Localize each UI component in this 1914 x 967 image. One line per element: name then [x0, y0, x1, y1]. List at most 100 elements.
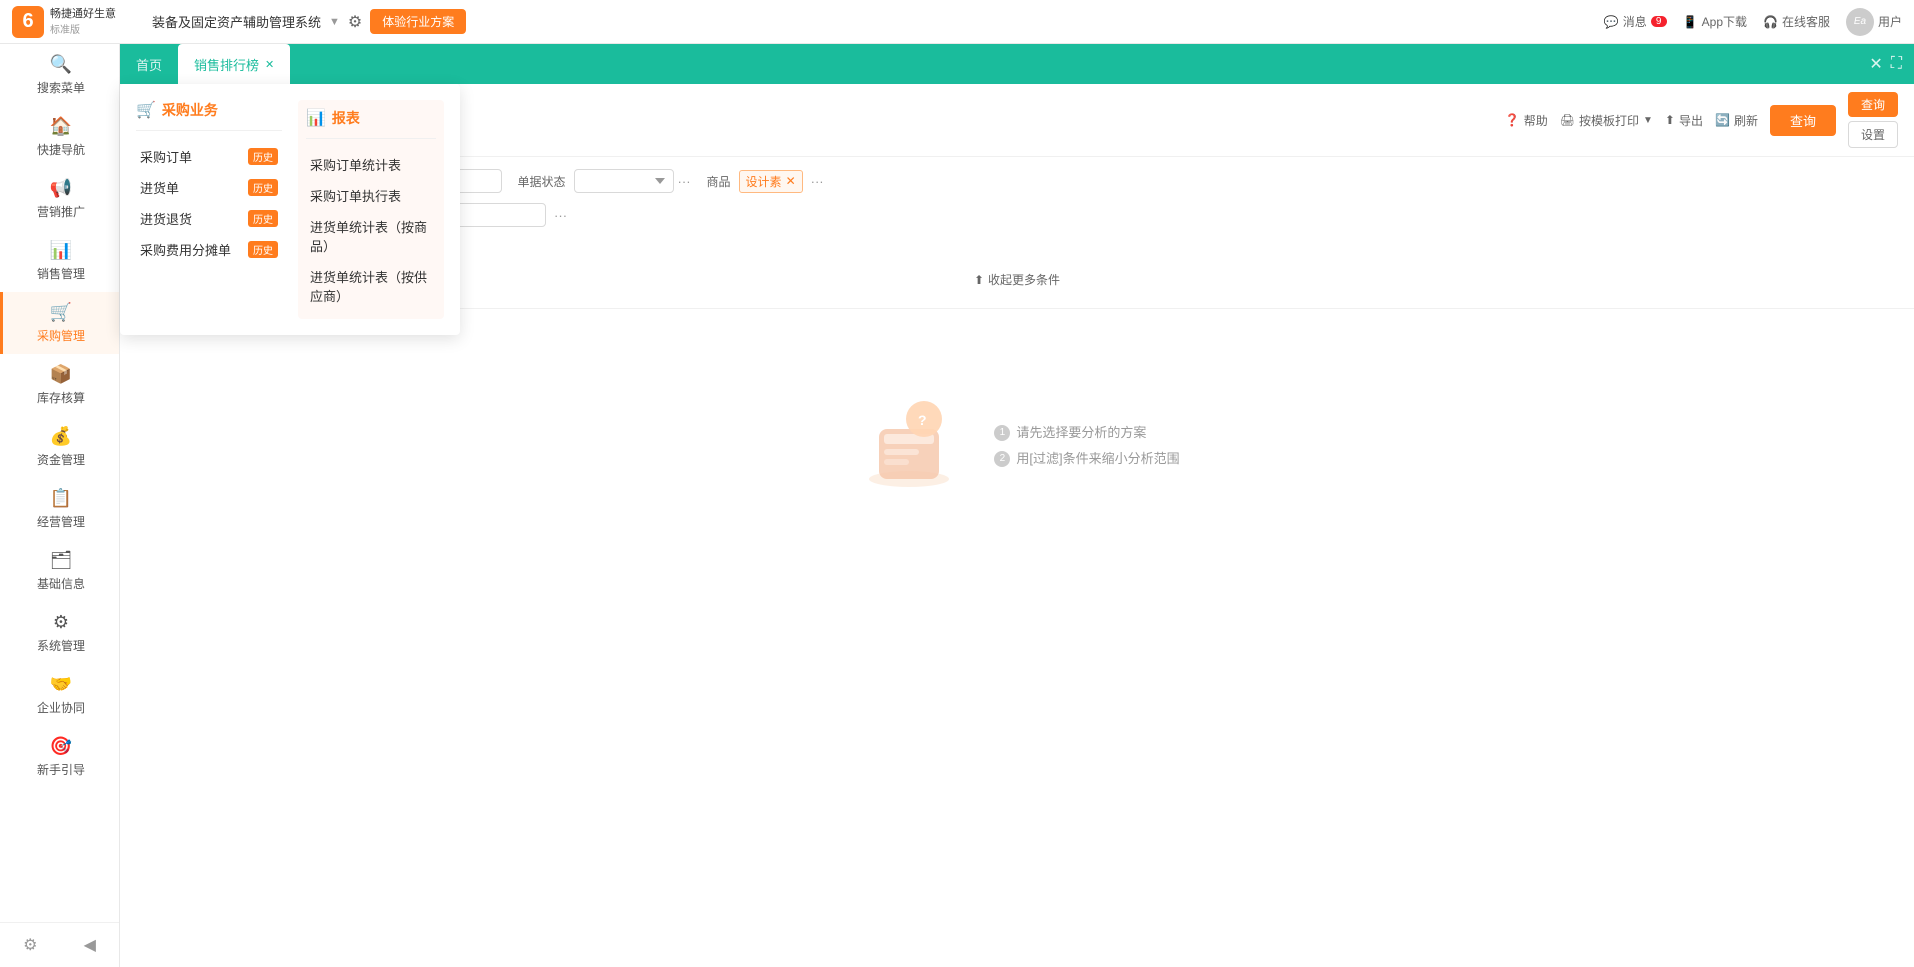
sidebar-item-operation[interactable]: 📋 经营管理	[0, 478, 119, 540]
goods-tag-text: 设计素	[746, 173, 782, 190]
sidebar-item-enterprise[interactable]: 🤝 企业协同	[0, 664, 119, 726]
query-button[interactable]: 查询	[1770, 105, 1836, 136]
status-filter-group: 单据状态 ···	[518, 169, 691, 193]
avatar: Ea	[1846, 8, 1874, 36]
sidebar-item-marketing[interactable]: 📢 营销推广	[0, 168, 119, 230]
goods-tag-close[interactable]: ✕	[786, 174, 796, 188]
gear-icon[interactable]: ⚙	[348, 12, 362, 32]
menu-purchase-expense[interactable]: 采购费用分摊单 历史	[136, 234, 282, 265]
settings-button[interactable]: 设置	[1848, 121, 1898, 148]
tabs-bar: 首页 销售排行榜 ✕ ✕ ⛶	[120, 44, 1914, 84]
empty-hint: 1 请先选择要分析的方案 2 用[过滤]条件来缩小分析范围	[994, 420, 1179, 472]
messages-button[interactable]: 💬 消息 9	[1604, 13, 1667, 30]
menu-purchase-order-stats[interactable]: 采购订单统计表	[306, 149, 436, 180]
print-button[interactable]: 🖨 按模板打印 ▼	[1560, 112, 1653, 129]
sidebar-label-operation: 经营管理	[37, 513, 85, 530]
sidebar-label-purchase: 采购管理	[37, 327, 85, 344]
tab-sales-rank[interactable]: 销售排行榜 ✕	[178, 44, 290, 84]
refresh-button[interactable]: 🔄 刷新	[1715, 112, 1758, 129]
report-col-icon: 📊	[306, 108, 326, 128]
sidebar-item-system[interactable]: ⚙ 系统管理	[0, 602, 119, 664]
purchase-dropdown-menu: 🛒 采购业务 采购订单 历史 进货单 历史 进货退货 历史 采购费用分摊单 历史	[120, 84, 460, 335]
industry-button[interactable]: 体验行业方案	[370, 9, 466, 34]
status-more-icon[interactable]: ···	[678, 174, 691, 189]
tab-close-page-icon[interactable]: ✕	[1869, 54, 1882, 74]
system-dropdown-icon[interactable]: ▼	[329, 16, 340, 28]
tabs-bar-right: ✕ ⛶	[1869, 54, 1914, 74]
sidebar-item-inventory[interactable]: 📦 库存核算	[0, 354, 119, 416]
footer-settings-icon[interactable]: ⚙	[23, 935, 37, 955]
menu-goods-stats-by-product[interactable]: 进货单统计表（按商品）	[306, 211, 436, 261]
goods-filter-group: 商品 设计素 ✕ ···	[707, 170, 824, 193]
sidebar-label-sales: 销售管理	[37, 265, 85, 282]
operation-icon: 📋	[50, 488, 72, 509]
print-dropdown-icon[interactable]: ▼	[1643, 115, 1653, 126]
logo-brand: 畅捷通好生意	[50, 7, 116, 21]
hint-item-1: 1 请先选择要分析的方案	[994, 420, 1179, 446]
hint-num-2: 2	[994, 451, 1010, 467]
sidebar: 🔍 搜索菜单 🏠 快捷导航 📢 营销推广 📊 销售管理 🛒 采购管理 📦 库存核…	[0, 44, 120, 967]
menu-purchase-order-exec[interactable]: 采购订单执行表	[306, 180, 436, 211]
goods-filter-label: 商品	[707, 173, 731, 190]
footer-collapse-icon[interactable]: ◀	[84, 935, 96, 955]
sidebar-item-quick[interactable]: 🏠 快捷导航	[0, 106, 119, 168]
tab-home[interactable]: 首页	[120, 44, 178, 84]
marketing-icon: 📢	[50, 178, 72, 199]
svg-text:?: ?	[918, 412, 927, 428]
goods-receipt-history: 历史	[248, 179, 278, 196]
sidebar-item-sales[interactable]: 📊 销售管理	[0, 230, 119, 292]
purchase-icon: 🛒	[50, 302, 72, 323]
sidebar-label-enterprise: 企业协同	[37, 699, 85, 716]
sidebar-item-finance[interactable]: 💰 资金管理	[0, 416, 119, 478]
finance-icon: 💰	[50, 426, 72, 447]
goods-more-icon[interactable]: ···	[811, 174, 824, 189]
sidebar-footer: ⚙ ◀	[0, 922, 119, 967]
report-items: 采购订单统计表 采购订单执行表 进货单统计表（按商品） 进货单统计表（按供应商）	[306, 149, 436, 311]
tab-fullscreen-icon[interactable]: ⛶	[1891, 55, 1902, 73]
topbar: 6 畅捷通好生意 标准版 装备及固定资产辅助管理系统 ▼ ⚙ 体验行业方案 💬 …	[0, 0, 1914, 44]
salesman-more-icon[interactable]: ···	[554, 208, 567, 223]
purchase-business-title: 🛒 采购业务	[136, 100, 282, 120]
newbie-icon: 🎯	[50, 736, 72, 757]
mobile-icon: 📱	[1683, 15, 1698, 29]
sidebar-item-newbie[interactable]: 🎯 新手引导	[0, 726, 119, 788]
sidebar-label-quick: 快捷导航	[37, 141, 85, 158]
message-badge: 9	[1651, 16, 1667, 27]
collapse-button[interactable]: ⬆ 收起更多条件	[974, 271, 1060, 288]
hint-item-2: 2 用[过滤]条件来缩小分析范围	[994, 446, 1179, 472]
app-download-button[interactable]: 📱 App下载	[1683, 13, 1747, 30]
menu-goods-receipt[interactable]: 进货单 历史	[136, 172, 282, 203]
refresh-icon: 🔄	[1715, 113, 1730, 127]
search-icon: 🔍	[50, 54, 72, 75]
logo-text-area: 畅捷通好生意 标准版	[50, 7, 116, 36]
home-icon: 🏠	[50, 116, 72, 137]
purchase-col-icon: 🛒	[136, 100, 156, 120]
empty-area: ? 1 请先选择要分析的方案 2 用[过滤]条件来缩小分析范围	[120, 309, 1914, 582]
basic-icon: 🗂	[50, 550, 73, 571]
status-filter-label: 单据状态	[518, 173, 566, 190]
system-icon: ⚙	[53, 612, 69, 633]
menu-goods-return[interactable]: 进货退货 历史	[136, 203, 282, 234]
sidebar-item-search[interactable]: 🔍 搜索菜单	[0, 44, 119, 106]
sidebar-item-basic[interactable]: 🗂 基础信息	[0, 540, 119, 602]
report-divider	[306, 138, 436, 139]
menu-purchase-order[interactable]: 采购订单 历史	[136, 141, 282, 172]
report-column: 📊 报表 采购订单统计表 采购订单执行表 进货单统计表（按商品） 进货单统计表（…	[298, 100, 444, 319]
online-service-button[interactable]: 🎧 在线客服	[1763, 13, 1830, 30]
sidebar-label-search: 搜索菜单	[37, 79, 85, 96]
purchase-divider	[136, 130, 282, 131]
collapse-up-icon: ⬆	[974, 273, 984, 287]
tab-close-icon[interactable]: ✕	[265, 58, 274, 71]
topbar-right: 💬 消息 9 📱 App下载 🎧 在线客服 Ea 用户	[1604, 8, 1902, 36]
purchase-expense-history: 历史	[248, 241, 278, 258]
sidebar-item-purchase[interactable]: 🛒 采购管理	[0, 292, 119, 354]
logo-area: 6 畅捷通好生意 标准版	[12, 6, 132, 38]
sidebar-label-system: 系统管理	[37, 637, 85, 654]
export-button[interactable]: ⬆ 导出	[1665, 112, 1703, 129]
help-icon: ❓	[1505, 113, 1520, 127]
user-menu-button[interactable]: Ea 用户	[1846, 8, 1902, 36]
query-button-2[interactable]: 查询	[1848, 92, 1898, 117]
help-button[interactable]: ❓ 帮助	[1505, 112, 1548, 129]
status-select[interactable]	[574, 169, 674, 193]
menu-goods-stats-by-supplier[interactable]: 进货单统计表（按供应商）	[306, 261, 436, 311]
